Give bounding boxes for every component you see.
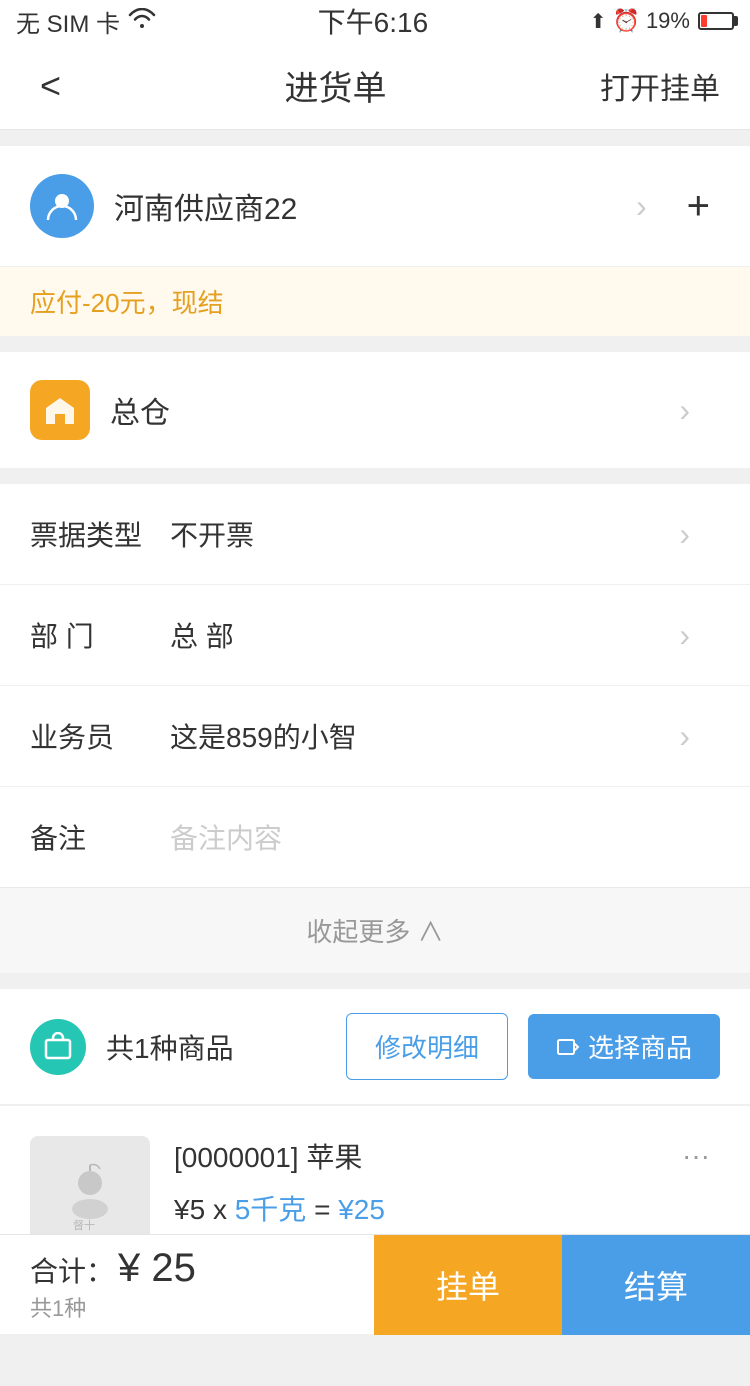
status-right: ⬆ ⏰ 19% — [590, 8, 734, 34]
warehouse-icon — [30, 380, 90, 440]
invoice-type-value: 不开票 — [170, 514, 679, 554]
edit-detail-button[interactable]: 修改明细 — [346, 1013, 508, 1080]
supplier-row[interactable]: 河南供应商22 › + — [0, 146, 750, 267]
product-more-button[interactable]: ··· — [672, 1136, 720, 1176]
status-bar: 无 SIM 卡 下午6:16 ⬆ ⏰ 19% — [0, 0, 750, 42]
supplier-section: 河南供应商22 › + 应付-20元，现结 — [0, 146, 750, 336]
total-label: 合计： — [30, 1250, 114, 1290]
warehouse-section[interactable]: 总仓 › — [0, 352, 750, 468]
location-icon: ⬆ — [590, 9, 607, 34]
department-chevron-icon: › — [679, 617, 690, 654]
product-price-row: ¥5 x 5千克 = ¥25 — [174, 1188, 648, 1228]
carrier-text: 无 SIM 卡 — [16, 4, 120, 39]
product-count-text: 共1种商品 — [106, 1027, 326, 1067]
svg-text:督十: 督十 — [73, 1218, 95, 1231]
supplier-avatar — [30, 174, 94, 238]
form-section: 票据类型 不开票 › 部 门 总 部 › 业务员 这是859的小智 › 备注 备… — [0, 484, 750, 887]
supplier-chevron-icon: › — [636, 188, 647, 225]
collapse-bar[interactable]: 收起更多 ∧ — [0, 887, 750, 973]
salesperson-label: 业务员 — [30, 716, 150, 756]
product-count-icon — [30, 1019, 86, 1075]
department-label: 部 门 — [30, 615, 150, 655]
checkout-button[interactable]: 结算 — [562, 1235, 750, 1335]
remark-value: 备注内容 — [170, 817, 720, 857]
total-area: 合计： ¥ 25 共1种 — [0, 1246, 374, 1323]
select-product-button[interactable]: 选择商品 — [528, 1014, 720, 1079]
warehouse-chevron-icon: › — [679, 392, 690, 429]
product-unit-price: ¥5 — [174, 1194, 205, 1225]
invoice-type-label: 票据类型 — [30, 514, 150, 554]
salesperson-chevron-icon: › — [679, 718, 690, 755]
battery-icon — [698, 12, 734, 30]
remark-row[interactable]: 备注 备注内容 — [0, 787, 750, 887]
salesperson-row[interactable]: 业务员 这是859的小智 › — [0, 686, 750, 787]
select-product-label: 选择商品 — [588, 1028, 692, 1065]
invoice-type-row[interactable]: 票据类型 不开票 › — [0, 484, 750, 585]
hang-button[interactable]: 挂单 — [374, 1235, 562, 1335]
warehouse-row[interactable]: 总仓 › — [0, 352, 750, 468]
product-name: [0000001] 苹果 — [174, 1136, 648, 1176]
bottom-bar: 合计： ¥ 25 共1种 挂单 结算 — [0, 1234, 750, 1334]
nav-bar: < 进货单 打开挂单 — [0, 42, 750, 130]
status-left: 无 SIM 卡 — [16, 4, 156, 39]
product-quantity: 5千克 — [235, 1194, 307, 1225]
total-count: 共1种 — [30, 1291, 344, 1323]
battery-percent: 19% — [646, 8, 690, 34]
back-button[interactable]: < — [30, 55, 71, 117]
open-hang-button[interactable]: 打开挂单 — [600, 64, 720, 108]
remark-label: 备注 — [30, 817, 150, 857]
product-subtotal: ¥25 — [338, 1194, 385, 1225]
department-value: 总 部 — [170, 615, 679, 655]
product-header: 共1种商品 修改明细 选择商品 — [0, 989, 750, 1104]
page-title: 进货单 — [285, 61, 387, 110]
add-button[interactable]: + — [677, 184, 720, 229]
total-amount: ¥ 25 — [118, 1246, 196, 1291]
product-code: [0000001] — [174, 1142, 299, 1173]
payment-alert: 应付-20元，现结 — [0, 267, 750, 336]
product-fruit-name: 苹果 — [306, 1142, 362, 1173]
department-row[interactable]: 部 门 总 部 › — [0, 585, 750, 686]
alarm-icon: ⏰ — [613, 8, 640, 34]
status-time: 下午6:16 — [318, 1, 429, 41]
warehouse-name: 总仓 — [110, 388, 679, 432]
salesperson-value: 这是859的小智 — [170, 716, 679, 756]
product-info: [0000001] 苹果 ¥5 x 5千克 = ¥25 — [174, 1136, 648, 1228]
invoice-chevron-icon: › — [679, 516, 690, 553]
wifi-icon — [128, 7, 156, 35]
supplier-name: 河南供应商22 — [114, 184, 636, 228]
